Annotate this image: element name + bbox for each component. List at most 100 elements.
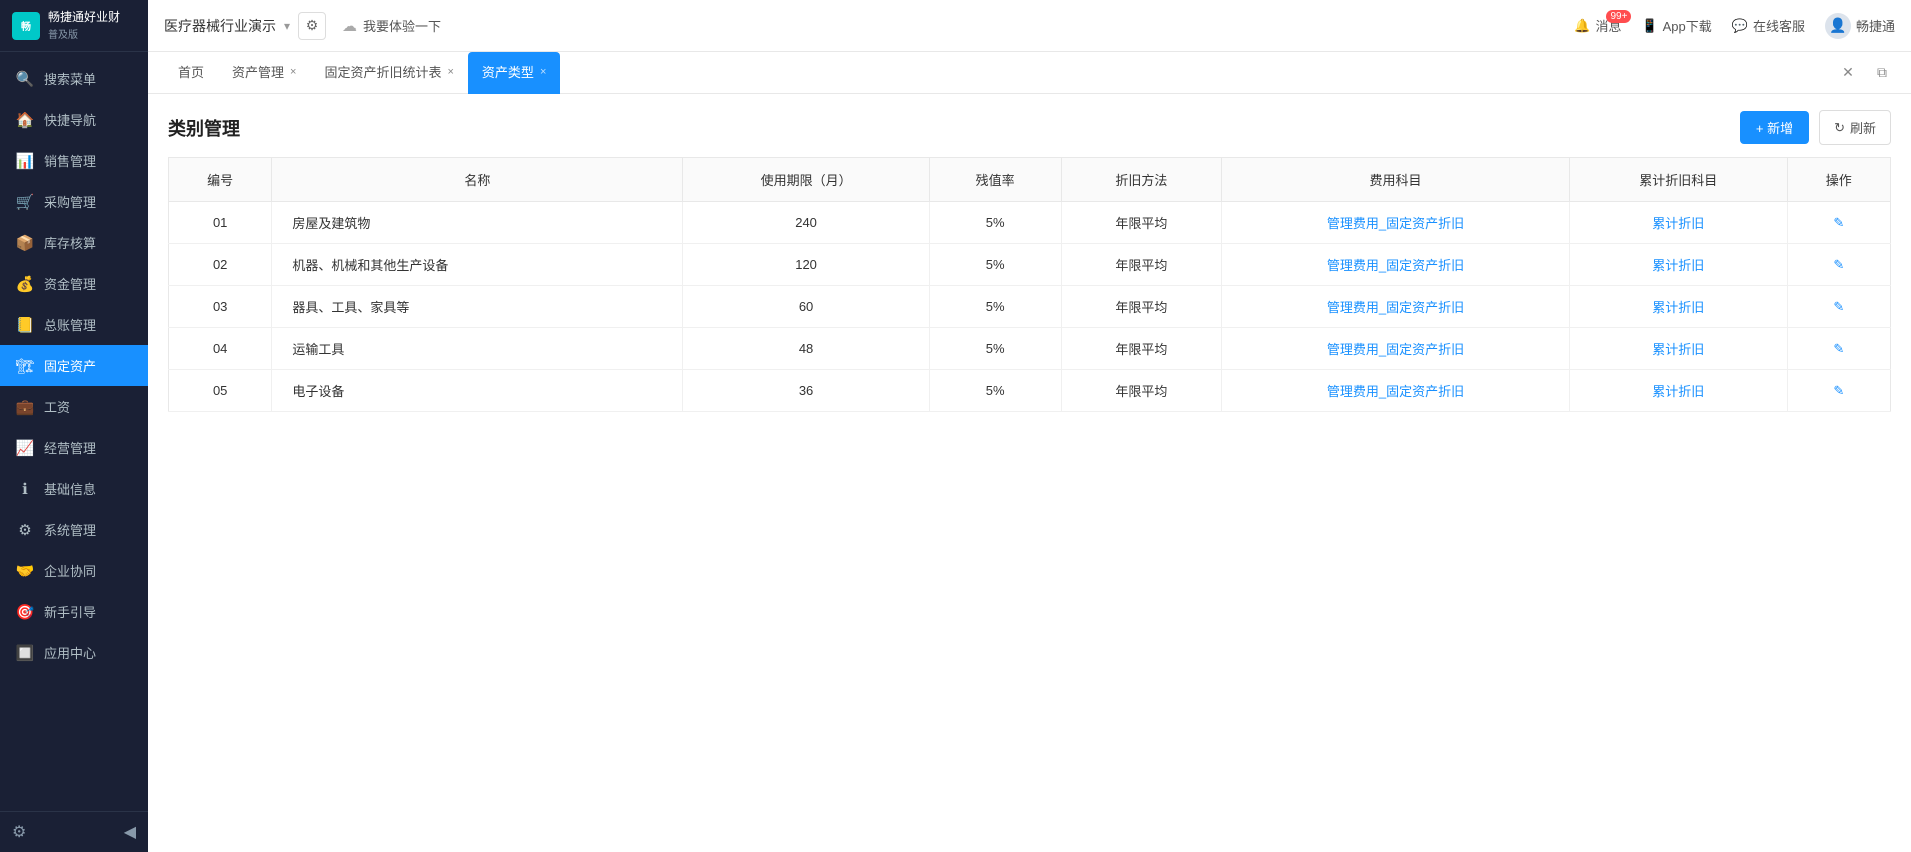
- sidebar-item-purchase[interactable]: 🛒 采购管理: [0, 181, 148, 222]
- tab-label-asset-mgmt: 资产管理: [232, 62, 284, 81]
- cloud-icon: ☁: [342, 17, 357, 35]
- table-row: 04运输工具485%年限平均管理费用_固定资产折旧累计折旧✎: [169, 328, 1891, 370]
- table-wrapper: 编号名称使用期限（月）残值率折旧方法费用科目累计折旧科目操作 01房屋及建筑物2…: [148, 157, 1911, 432]
- sidebar-item-fixed-assets[interactable]: 🏗 固定资产: [0, 345, 148, 386]
- sidebar-label-guide: 新手引导: [44, 602, 96, 621]
- cell-0-3: 5%: [929, 202, 1061, 244]
- notifications-button[interactable]: 🔔 消息 99+: [1574, 16, 1621, 35]
- app-selector-dropdown-icon[interactable]: ▾: [284, 19, 290, 33]
- cell-3-2: 48: [683, 328, 929, 370]
- sidebar-item-operations[interactable]: 📈 经营管理: [0, 427, 148, 468]
- topbar-right: 🔔 消息 99+ 📱 App下载 💬 在线客服 👤 畅捷通: [1574, 13, 1895, 39]
- cell-3-7[interactable]: ✎: [1787, 328, 1890, 370]
- tab-depreciation-table[interactable]: 固定资产折旧统计表 ×: [310, 52, 467, 94]
- category-table: 编号名称使用期限（月）残值率折旧方法费用科目累计折旧科目操作 01房屋及建筑物2…: [168, 157, 1891, 412]
- tab-close-asset-mgmt[interactable]: ×: [290, 66, 296, 78]
- cell-3-3: 5%: [929, 328, 1061, 370]
- basic-info-icon: ℹ: [16, 480, 34, 498]
- sidebar-label-salary: 工资: [44, 397, 70, 416]
- cell-2-4: 年限平均: [1061, 286, 1222, 328]
- experience-button[interactable]: ☁ 我要体验一下: [342, 16, 441, 35]
- header-actions: + 新增 ↻ 刷新: [1740, 110, 1891, 145]
- cell-3-1: 运输工具: [272, 328, 683, 370]
- cell-3-6: 累计折旧: [1569, 328, 1787, 370]
- app-edition: 普及版: [48, 26, 120, 41]
- refresh-button[interactable]: ↻ 刷新: [1819, 110, 1891, 145]
- sidebar-item-funds[interactable]: 💰 资金管理: [0, 263, 148, 304]
- sidebar-item-sales[interactable]: 📊 销售管理: [0, 140, 148, 181]
- search-icon: 🔍: [16, 70, 34, 88]
- table-row: 05电子设备365%年限平均管理费用_固定资产折旧累计折旧✎: [169, 370, 1891, 412]
- sidebar-item-system[interactable]: ⚙ 系统管理: [0, 509, 148, 550]
- tabs-bar: 首页资产管理 ×固定资产折旧统计表 ×资产类型 × ✕ ⧉: [148, 52, 1911, 94]
- sidebar-item-inventory[interactable]: 📦 库存核算: [0, 222, 148, 263]
- table-row: 02机器、机械和其他生产设备1205%年限平均管理费用_固定资产折旧累计折旧✎: [169, 244, 1891, 286]
- sidebar-label-basic-info: 基础信息: [44, 479, 96, 498]
- sidebar-label-purchase: 采购管理: [44, 192, 96, 211]
- sidebar-item-guide[interactable]: 🎯 新手引导: [0, 591, 148, 632]
- sidebar-label-fixed-assets: 固定资产: [44, 356, 96, 375]
- sidebar-label-search: 搜索菜单: [44, 69, 96, 88]
- app-selector-label[interactable]: 医疗器械行业演示: [164, 16, 276, 36]
- col-header-2: 使用期限（月）: [683, 158, 929, 202]
- collapse-icon[interactable]: ◀: [124, 822, 136, 842]
- col-header-5: 费用科目: [1222, 158, 1570, 202]
- sidebar-label-funds: 资金管理: [44, 274, 96, 293]
- topbar-settings-icon[interactable]: ⚙: [298, 12, 326, 40]
- table-header-row: 编号名称使用期限（月）残值率折旧方法费用科目累计折旧科目操作: [169, 158, 1891, 202]
- tab-close-asset-type[interactable]: ×: [540, 66, 546, 78]
- sidebar-label-system: 系统管理: [44, 520, 96, 539]
- cell-1-0: 02: [169, 244, 272, 286]
- tab-asset-mgmt[interactable]: 资产管理 ×: [218, 52, 310, 94]
- tab-close-depreciation-table[interactable]: ×: [447, 66, 453, 78]
- sidebar-item-search[interactable]: 🔍 搜索菜单: [0, 58, 148, 99]
- salary-icon: 💼: [16, 398, 34, 416]
- service-icon: 💬: [1732, 18, 1748, 34]
- tab-asset-type[interactable]: 资产类型 ×: [468, 52, 560, 94]
- new-button[interactable]: + 新增: [1740, 111, 1809, 144]
- cell-4-6: 累计折旧: [1569, 370, 1787, 412]
- tab-label-asset-type: 资产类型: [482, 62, 534, 81]
- online-service-button[interactable]: 💬 在线客服: [1732, 16, 1805, 35]
- guide-icon: 🎯: [16, 603, 34, 621]
- settings-icon[interactable]: ⚙: [12, 822, 26, 842]
- maximize-window-button[interactable]: ⧉: [1869, 60, 1895, 86]
- tab-home[interactable]: 首页: [164, 52, 218, 94]
- cell-1-3: 5%: [929, 244, 1061, 286]
- sidebar-label-app-center: 应用中心: [44, 643, 96, 662]
- cell-2-7[interactable]: ✎: [1787, 286, 1890, 328]
- app-download-button[interactable]: 📱 App下载: [1641, 16, 1711, 35]
- app-logo: 畅: [12, 12, 40, 40]
- cell-0-7[interactable]: ✎: [1787, 202, 1890, 244]
- close-window-button[interactable]: ✕: [1835, 60, 1861, 86]
- sidebar-item-cooperation[interactable]: 🤝 企业协同: [0, 550, 148, 591]
- cell-0-4: 年限平均: [1061, 202, 1222, 244]
- sidebar-item-app-center[interactable]: 🔲 应用中心: [0, 632, 148, 673]
- sidebar-item-ledger[interactable]: 📒 总账管理: [0, 304, 148, 345]
- topbar: 医疗器械行业演示 ▾ ⚙ ☁ 我要体验一下 🔔 消息 99+ 📱 App下载 💬…: [148, 0, 1911, 52]
- page-header: 类别管理 + 新增 ↻ 刷新: [148, 94, 1911, 157]
- col-header-1: 名称: [272, 158, 683, 202]
- sidebar-item-basic-info[interactable]: ℹ 基础信息: [0, 468, 148, 509]
- cell-4-3: 5%: [929, 370, 1061, 412]
- cell-4-7[interactable]: ✎: [1787, 370, 1890, 412]
- cell-1-2: 120: [683, 244, 929, 286]
- sidebar-item-salary[interactable]: 💼 工资: [0, 386, 148, 427]
- cell-2-0: 03: [169, 286, 272, 328]
- sidebar-item-quicknav[interactable]: 🏠 快捷导航: [0, 99, 148, 140]
- sidebar-label-inventory: 库存核算: [44, 233, 96, 252]
- ledger-icon: 📒: [16, 316, 34, 334]
- cell-0-2: 240: [683, 202, 929, 244]
- cell-4-2: 36: [683, 370, 929, 412]
- user-menu[interactable]: 👤 畅捷通: [1825, 13, 1895, 39]
- cell-2-2: 60: [683, 286, 929, 328]
- sidebar-label-quicknav: 快捷导航: [44, 110, 96, 129]
- inventory-icon: 📦: [16, 234, 34, 252]
- cell-4-1: 电子设备: [272, 370, 683, 412]
- cell-1-7[interactable]: ✎: [1787, 244, 1890, 286]
- col-header-4: 折旧方法: [1061, 158, 1222, 202]
- cell-3-4: 年限平均: [1061, 328, 1222, 370]
- table-row: 01房屋及建筑物2405%年限平均管理费用_固定资产折旧累计折旧✎: [169, 202, 1891, 244]
- cell-3-5: 管理费用_固定资产折旧: [1222, 328, 1570, 370]
- cell-4-4: 年限平均: [1061, 370, 1222, 412]
